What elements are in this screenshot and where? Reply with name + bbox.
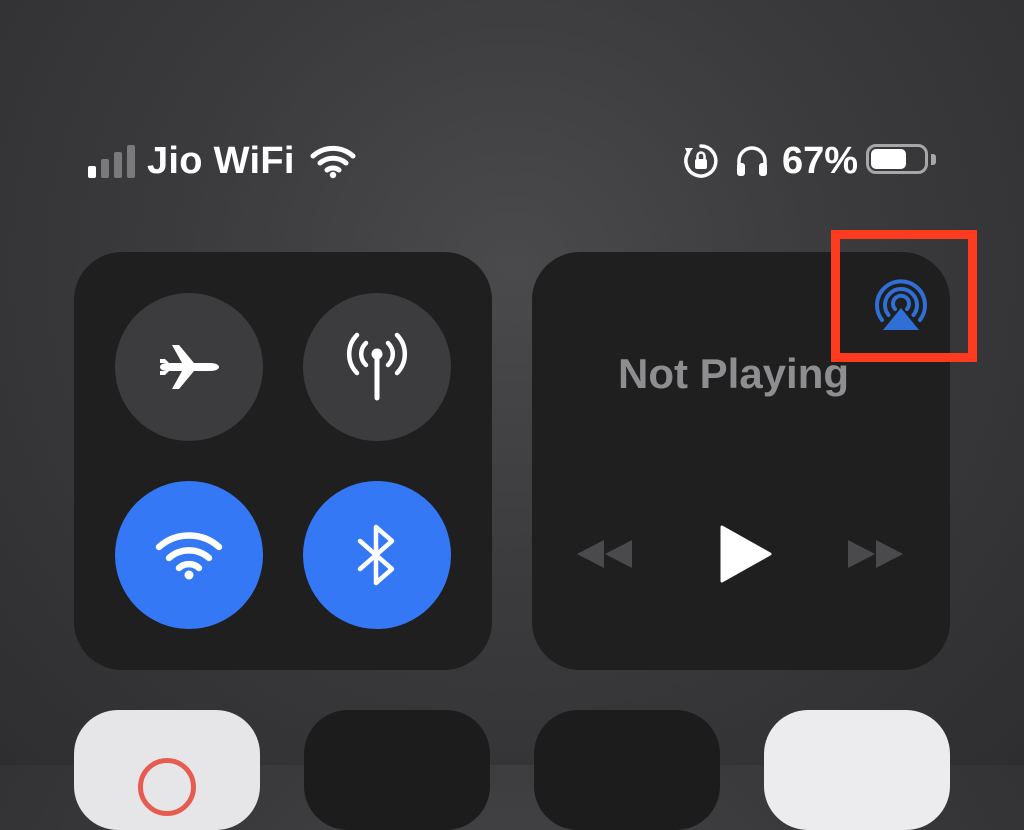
wifi-icon <box>310 145 356 179</box>
airplane-mode-toggle[interactable] <box>115 293 263 441</box>
airplay-button[interactable] <box>869 276 933 336</box>
fast-forward-icon <box>848 540 903 568</box>
control-tile-2[interactable] <box>304 710 490 830</box>
bluetooth-icon <box>357 524 395 586</box>
status-bar-left: Jio WiFi <box>88 138 357 184</box>
record-icon <box>138 758 196 816</box>
rewind-button[interactable] <box>572 530 636 578</box>
headphones-icon <box>736 146 767 176</box>
airplay-icon <box>875 279 927 330</box>
bluetooth-toggle[interactable] <box>303 481 451 629</box>
airplane-icon <box>160 345 219 389</box>
orientation-lock-icon <box>684 144 718 178</box>
fast-forward-button[interactable] <box>844 530 908 578</box>
battery-icon <box>866 144 938 178</box>
play-button[interactable] <box>712 520 776 588</box>
play-icon <box>720 525 772 583</box>
wifi-toggle[interactable] <box>115 481 263 629</box>
rewind-icon <box>577 540 632 568</box>
antenna-icon <box>346 332 408 401</box>
now-playing-title: Not Playing <box>618 350 850 397</box>
connectivity-tile <box>74 252 492 670</box>
control-tile-3[interactable] <box>534 710 720 830</box>
carrier-name: Jio WiFi <box>147 140 295 182</box>
cellular-data-toggle[interactable] <box>303 293 451 441</box>
control-tile-4[interactable] <box>764 710 950 830</box>
status-bar-right: 67% <box>682 138 938 184</box>
control-tile-1[interactable] <box>74 710 260 830</box>
wifi-icon <box>155 532 223 580</box>
now-playing-tile[interactable]: Not Playing <box>532 252 950 670</box>
battery-percentage: 67% <box>781 140 858 182</box>
cellular-signal-icon <box>88 144 135 178</box>
